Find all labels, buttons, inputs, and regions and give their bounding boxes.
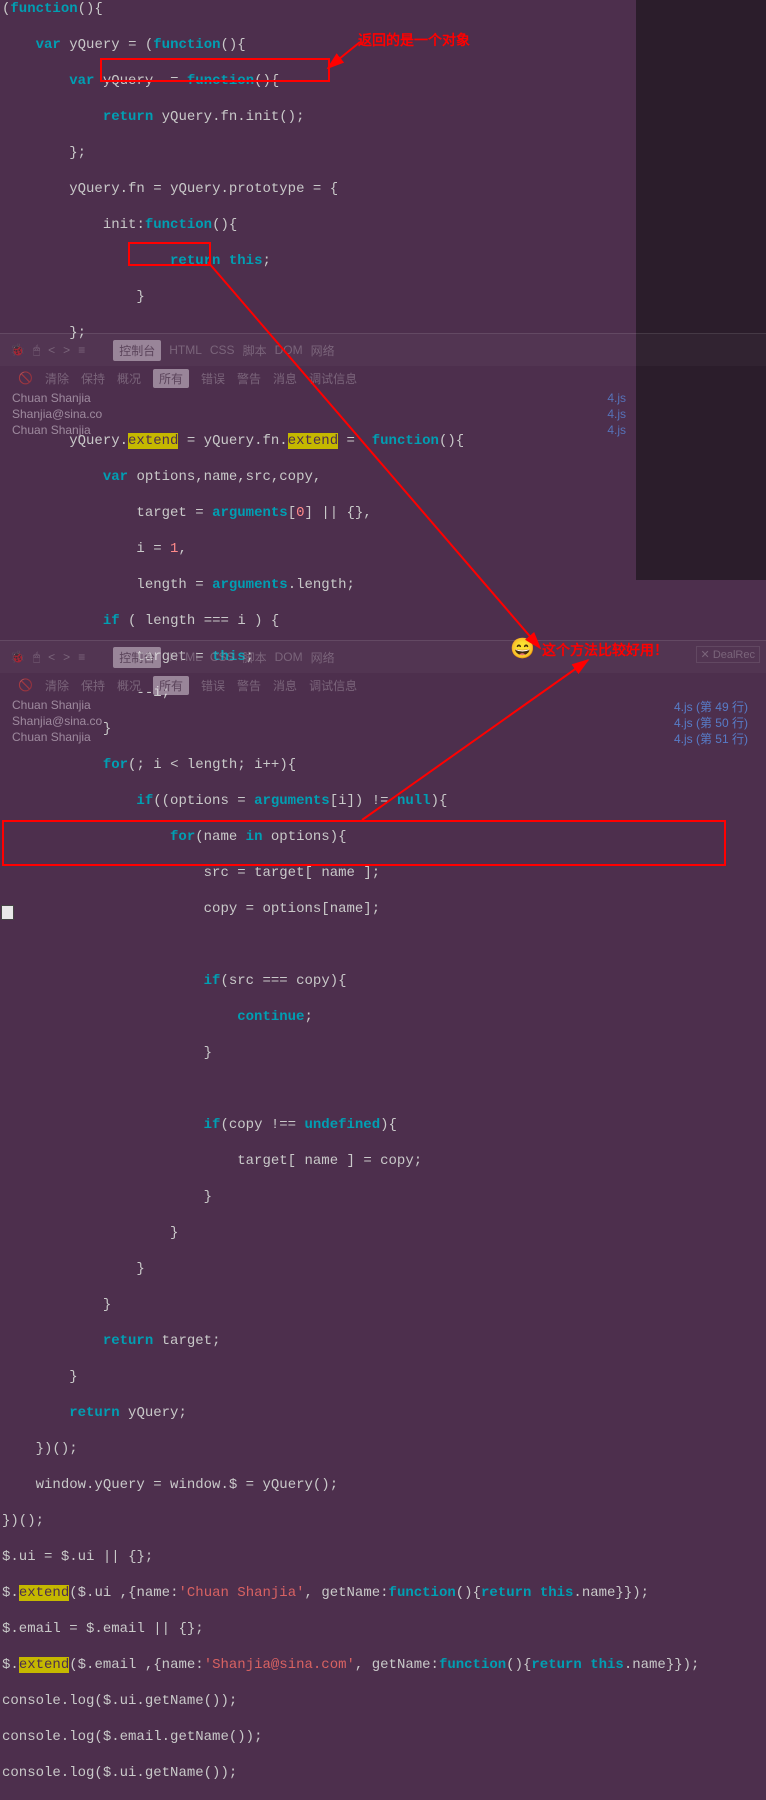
devtools2-sub-msg[interactable]: 消息	[273, 677, 297, 694]
devtools-tab-css[interactable]: CSS	[210, 343, 235, 357]
devtools2-tab-dom[interactable]: DOM	[275, 650, 303, 664]
code-area: (function(){ var yQuery = (function(){ v…	[0, 0, 766, 923]
devtools-sub-error[interactable]: 错误	[201, 370, 225, 387]
devtools-icon-menu[interactable]: ≡	[78, 343, 85, 357]
console2-row-2: Chuan Shanjia	[12, 730, 91, 744]
right-dark-panel	[636, 0, 766, 580]
devtools-sub-warn[interactable]: 警告	[237, 370, 261, 387]
devtools2-tab-html[interactable]: HTML	[169, 650, 202, 664]
devtools2-sub-clear[interactable]: 清除	[45, 677, 69, 694]
devtools-sub-1: 🚫 清除 保持 概况 所有 错误 警告 消息 调试信息	[0, 365, 766, 391]
devtools2-tab-css[interactable]: CSS	[210, 650, 235, 664]
devtools-tab-html[interactable]: HTML	[169, 343, 202, 357]
devtools-icon-stop[interactable]: 🚫	[18, 371, 33, 385]
devtools2-sub-keep[interactable]: 保持	[81, 677, 105, 694]
devtools2-tab-console[interactable]: 控制台	[113, 647, 161, 668]
console2-row-0: Chuan Shanjia	[12, 698, 91, 712]
console2-file-2[interactable]: 4.js (第 51 行)	[674, 730, 748, 747]
console1-file-2[interactable]: 4.js	[607, 423, 626, 437]
devtools2-sub-error[interactable]: 错误	[201, 677, 225, 694]
devtools2-icon-stop[interactable]: 🚫	[18, 678, 33, 692]
text-cursor-box	[1, 905, 14, 920]
devtools-sub-clear[interactable]: 清除	[45, 370, 69, 387]
console2-file-0[interactable]: 4.js (第 49 行)	[674, 698, 748, 715]
devtools2-icon-right[interactable]: >	[63, 650, 70, 664]
devtools-sub-msg[interactable]: 消息	[273, 370, 297, 387]
devtools-sub-profile[interactable]: 概况	[117, 370, 141, 387]
devtools-icon-pointer[interactable]: 🖱	[33, 343, 40, 358]
devtools2-icon-left[interactable]: <	[48, 650, 55, 664]
devtools2-tab-net[interactable]: 网络	[311, 649, 335, 666]
devtools-sub-keep[interactable]: 保持	[81, 370, 105, 387]
annotation-bottom: 这个方法比较好用！	[542, 640, 668, 660]
devtools2-icon-bug[interactable]: 🐞	[10, 650, 25, 664]
annotation-top: 返回的是一个对象	[358, 30, 470, 50]
console1-file-1[interactable]: 4.js	[607, 407, 626, 421]
devtools2-sub-profile[interactable]: 概况	[117, 677, 141, 694]
devtools2-icon-menu[interactable]: ≡	[78, 650, 85, 664]
console2-row-1: Shanjia@sina.co	[12, 714, 102, 728]
devtools2-tab-script[interactable]: 脚本	[243, 649, 267, 666]
devtools-tab-dom[interactable]: DOM	[275, 343, 303, 357]
dealrec-button[interactable]: ✕ DealRec	[696, 646, 760, 663]
kw-function: function	[10, 1, 77, 17]
devtools2-sub-all[interactable]: 所有	[153, 676, 189, 695]
devtools2-sub-debug[interactable]: 调试信息	[309, 677, 357, 694]
console1-row-1: Shanjia@sina.co	[12, 407, 102, 421]
devtools-tab-net[interactable]: 网络	[311, 342, 335, 359]
console1-file-0[interactable]: 4.js	[607, 391, 626, 405]
devtools-icon-right[interactable]: >	[63, 343, 70, 357]
devtools-tab-console[interactable]: 控制台	[113, 340, 161, 361]
console1-row-0: Chuan Shanjia	[12, 391, 91, 405]
devtools-icon-left[interactable]: <	[48, 343, 55, 357]
devtools-sub-debug[interactable]: 调试信息	[309, 370, 357, 387]
console2-file-1[interactable]: 4.js (第 50 行)	[674, 714, 748, 731]
devtools-tab-script[interactable]: 脚本	[243, 342, 267, 359]
devtools-icon-bug[interactable]: 🐞	[10, 343, 25, 357]
devtools2-sub-warn[interactable]: 警告	[237, 677, 261, 694]
grin-emoji-icon: 😄	[510, 636, 535, 662]
devtools2-icon-pointer[interactable]: 🖱	[33, 650, 40, 665]
devtools-bar-1: 🐞 🖱 < > ≡ 控制台 HTML CSS 脚本 DOM 网络	[0, 333, 766, 366]
devtools-sub-all[interactable]: 所有	[153, 369, 189, 388]
devtools-sub-2: 🚫 清除 保持 概况 所有 错误 警告 消息 调试信息	[0, 672, 766, 698]
console1-row-2: Chuan Shanjia	[12, 423, 91, 437]
